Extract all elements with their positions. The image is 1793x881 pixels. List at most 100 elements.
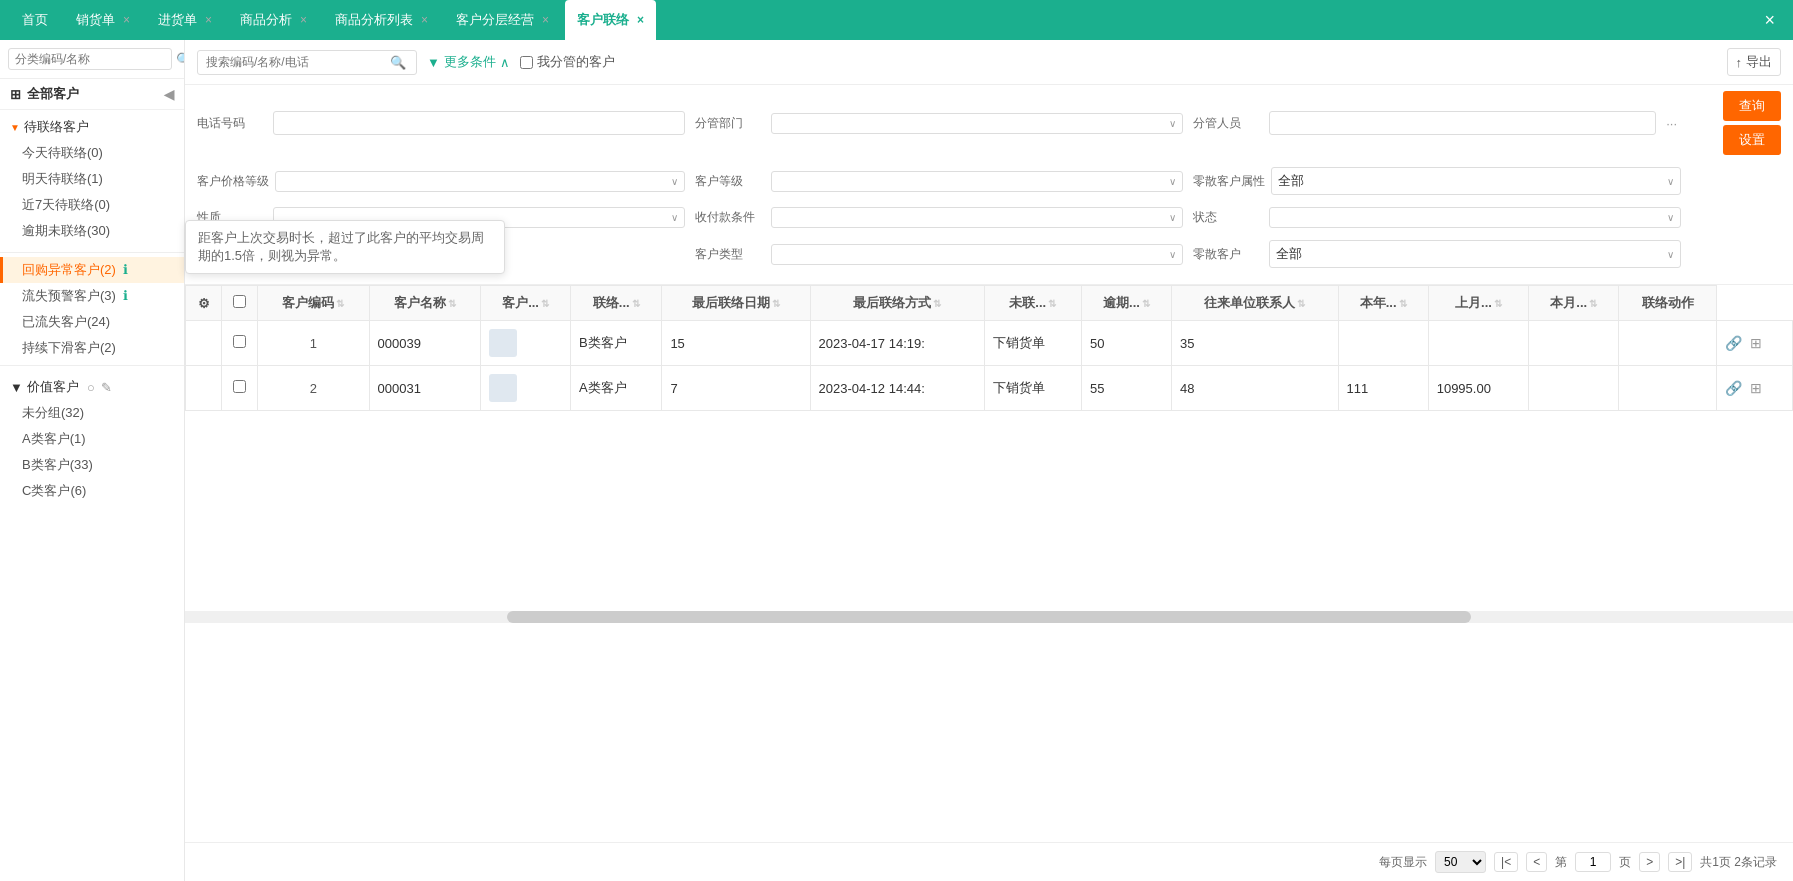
horizontal-scrollbar[interactable] [185,611,1793,623]
sidebar-item-7days[interactable]: 近7天待联络(0) [0,192,184,218]
filter-phone-input[interactable] [273,111,685,135]
sidebar-item-class-c[interactable]: C类客户(6) [0,478,184,504]
row2-method[interactable]: 下销货单 [993,380,1045,395]
nav-tab-customer-tier[interactable]: 客户分层经营 × [444,0,561,40]
sidebar-item-churned[interactable]: 已流失客户(24) [0,309,184,335]
filter-retail-customer-select[interactable]: 全部 ∨ [1269,240,1681,268]
row1-method[interactable]: 下销货单 [993,335,1045,350]
settings-button[interactable]: 设置 [1723,125,1781,155]
filter-payment-label: 收付款条件 [695,209,765,226]
filter-retail-customer-label: 零散客户 [1193,246,1263,263]
search-bar-icon[interactable]: 🔍 [390,55,406,70]
filter-cell-retail-customer: 零散客户 全部 ∨ [1193,240,1681,268]
row2-grid-icon[interactable]: ⊞ [1750,380,1762,396]
nav-tab-sales-close[interactable]: × [123,13,130,27]
sidebar-all-customers[interactable]: ⊞ 全部客户 ◀ [0,79,184,110]
nav-tab-analysis[interactable]: 商品分析 × [228,0,319,40]
filter-cell-retail-attr: 零散客户属性 全部 ∨ [1193,167,1681,195]
th-code-sort-icon[interactable]: ⇅ [336,298,344,309]
sidebar-item-unclassified[interactable]: 未分组(32) [0,400,184,426]
filter-manager-input[interactable] [1269,111,1656,135]
row2-link-icon[interactable]: 🔗 [1725,380,1742,396]
window-close-button[interactable]: × [1756,10,1783,31]
per-page-select[interactable]: 50 100 [1435,851,1486,873]
th-contact-count-label: 联络... [593,294,630,312]
th-overdue-sort-icon[interactable]: ⇅ [1142,298,1150,309]
nav-tab-purchase[interactable]: 进货单 × [146,0,224,40]
search-input[interactable] [206,55,386,69]
sidebar-item-churn-warning[interactable]: 流失预警客户(3) ℹ [0,283,184,309]
export-button[interactable]: ↑ 导出 [1727,48,1782,76]
th-method-sort-icon[interactable]: ⇅ [933,298,941,309]
td-overdue-2: 48 [1172,366,1339,411]
value-group-edit2-icon[interactable]: ✎ [101,380,112,395]
row1-grid-icon[interactable]: ⊞ [1750,335,1762,351]
th-contact-sort-icon[interactable]: ⇅ [632,298,640,309]
row2-checkbox[interactable] [233,380,246,393]
per-page-label: 每页显示 [1379,854,1427,871]
filter-cell-price-grade: 客户价格等级 ∨ [197,171,685,192]
filter-retail-attr-select[interactable]: 全部 ∨ [1271,167,1681,195]
row2-overdue: 48 [1180,381,1194,396]
sidebar-item-class-b[interactable]: B类客户(33) [0,452,184,478]
select-all-checkbox[interactable] [233,295,246,308]
sidebar-item-overdue[interactable]: 逾期未联络(30) [0,218,184,244]
query-button[interactable]: 查询 [1723,91,1781,121]
th-uncontacted-sort-icon[interactable]: ⇅ [1048,298,1056,309]
td-overdue-1: 35 [1172,321,1339,366]
sidebar-item-class-a-label: A类客户(1) [22,431,86,446]
nav-tab-analysis-close[interactable]: × [300,13,307,27]
filter-payment-select[interactable]: ∨ [771,207,1183,228]
filter-customer-type-select[interactable]: ∨ [771,244,1183,265]
filter-price-grade-select[interactable]: ∨ [275,171,685,192]
sidebar-item-class-a[interactable]: A类客户(1) [0,426,184,452]
sidebar-search-input[interactable] [8,48,172,70]
nav-tab-sales[interactable]: 销货单 × [64,0,142,40]
nav-tab-customer-contact-close[interactable]: × [637,13,644,27]
td-name-1 [481,321,571,366]
nav-tab-customer-tier-close[interactable]: × [542,13,549,27]
scrollbar-thumb[interactable] [507,611,1472,623]
settings-gear-icon[interactable]: ⚙ [198,296,210,311]
th-date-sort-icon[interactable]: ⇅ [772,298,780,309]
th-action: 联络动作 [1619,286,1716,321]
filter-customer-grade-select[interactable]: ∨ [771,171,1183,192]
filter-dept-select[interactable]: ∨ [771,113,1183,134]
sidebar-item-repurchase-anomaly[interactable]: 回购异常客户(2) ℹ [0,257,184,283]
sidebar-value-group-title[interactable]: ▼ 价值客户 ○ ✎ [0,374,184,400]
sidebar-item-today[interactable]: 今天待联络(0) [0,140,184,166]
th-type-sort-icon[interactable]: ⇅ [541,298,549,309]
th-name-sort-icon[interactable]: ⇅ [448,298,456,309]
my-customers-checkbox[interactable] [520,56,533,69]
nav-tab-purchase-close[interactable]: × [205,13,212,27]
last-page-btn[interactable]: >| [1668,852,1692,872]
sidebar-item-repurchase-label: 回购异常客户(2) [22,262,116,277]
page-unit-label: 页 [1619,854,1631,871]
sidebar-item-declining[interactable]: 持续下滑客户(2) [0,335,184,361]
next-page-btn[interactable]: > [1639,852,1660,872]
row1-link-icon[interactable]: 🔗 [1725,335,1742,351]
sidebar-group-pending-title[interactable]: ▼ 待联络客户 [0,114,184,140]
th-person-sort-icon[interactable]: ⇅ [1297,298,1305,309]
page-input[interactable] [1575,852,1611,872]
sidebar-item-tomorrow[interactable]: 明天待联络(1) [0,166,184,192]
th-last-month-sort-icon[interactable]: ⇅ [1494,298,1502,309]
nav-tab-analysis-list-close[interactable]: × [421,13,428,27]
filter-status-select[interactable]: ∨ [1269,207,1681,228]
row2-contact-person: 111 [1347,381,1369,396]
value-group-edit-icon[interactable]: ○ [87,380,95,395]
th-year-sort-icon[interactable]: ⇅ [1399,298,1407,309]
filter-more-conditions[interactable]: ▼ 更多条件 ∧ [427,53,510,71]
filter-cell-customer-grade: 客户等级 ∨ [695,171,1183,192]
th-this-month-sort-icon[interactable]: ⇅ [1589,298,1597,309]
nav-tab-home[interactable]: 首页 [10,0,60,40]
manager-dots-icon[interactable]: ··· [1662,116,1681,131]
first-page-btn[interactable]: |< [1494,852,1518,872]
sidebar-search-icon[interactable]: 🔍 [176,52,185,67]
nav-tab-customer-contact[interactable]: 客户联络 × [565,0,656,40]
sidebar-collapse-icon[interactable]: ◀ [164,87,174,102]
row1-checkbox[interactable] [233,335,246,348]
prev-page-btn[interactable]: < [1526,852,1547,872]
nav-tab-analysis-list[interactable]: 商品分析列表 × [323,0,440,40]
sidebar-item-today-label: 今天待联络(0) [22,145,103,160]
